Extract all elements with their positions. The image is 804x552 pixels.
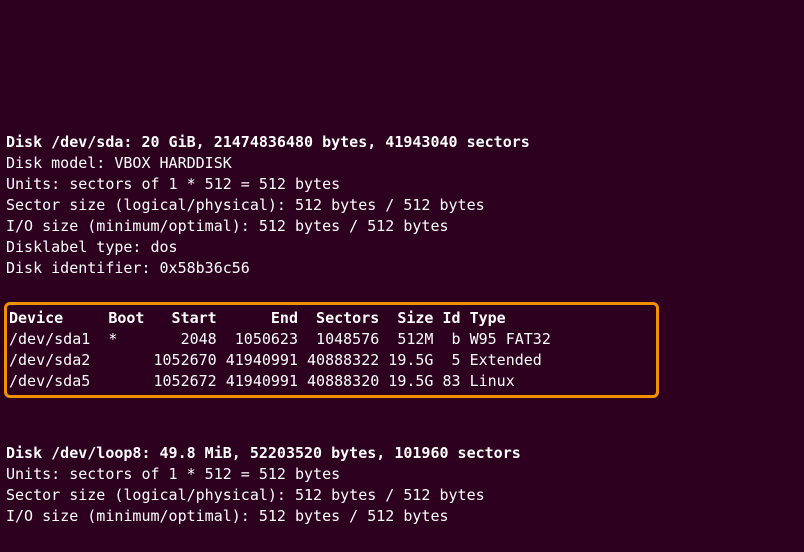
disk-sda-sector-size: Sector size (logical/physical): 512 byte… bbox=[6, 196, 485, 214]
disk-sda-model: Disk model: VBOX HARDDISK bbox=[6, 154, 232, 172]
disk-loop8-sector-size: Sector size (logical/physical): 512 byte… bbox=[6, 486, 485, 504]
partition-table-header: Device Boot Start End Sectors Size Id Ty… bbox=[9, 309, 506, 327]
table-row: /dev/sda2 1052670 41940991 40888322 19.5… bbox=[9, 351, 542, 369]
terminal-output: Disk /dev/sda: 20 GiB, 21474836480 bytes… bbox=[0, 105, 804, 552]
disk-sda-label-type: Disklabel type: dos bbox=[6, 238, 178, 256]
disk-sda-units: Units: sectors of 1 * 512 = 512 bytes bbox=[6, 175, 340, 193]
disk-loop8-io-size: I/O size (minimum/optimal): 512 bytes / … bbox=[6, 507, 449, 525]
disk-loop8-units: Units: sectors of 1 * 512 = 512 bytes bbox=[6, 465, 340, 483]
table-row: /dev/sda5 1052672 41940991 40888320 19.5… bbox=[9, 372, 515, 390]
disk-sda-io-size: I/O size (minimum/optimal): 512 bytes / … bbox=[6, 217, 449, 235]
partition-table-highlight: Device Boot Start End Sectors Size Id Ty… bbox=[4, 302, 659, 398]
disk-loop8-header: Disk /dev/loop8: 49.8 MiB, 52203520 byte… bbox=[6, 444, 521, 462]
disk-sda-header: Disk /dev/sda: 20 GiB, 21474836480 bytes… bbox=[6, 133, 530, 151]
table-row: /dev/sda1 * 2048 1050623 1048576 512M b … bbox=[9, 330, 551, 348]
disk-sda-identifier: Disk identifier: 0x58b36c56 bbox=[6, 259, 250, 277]
